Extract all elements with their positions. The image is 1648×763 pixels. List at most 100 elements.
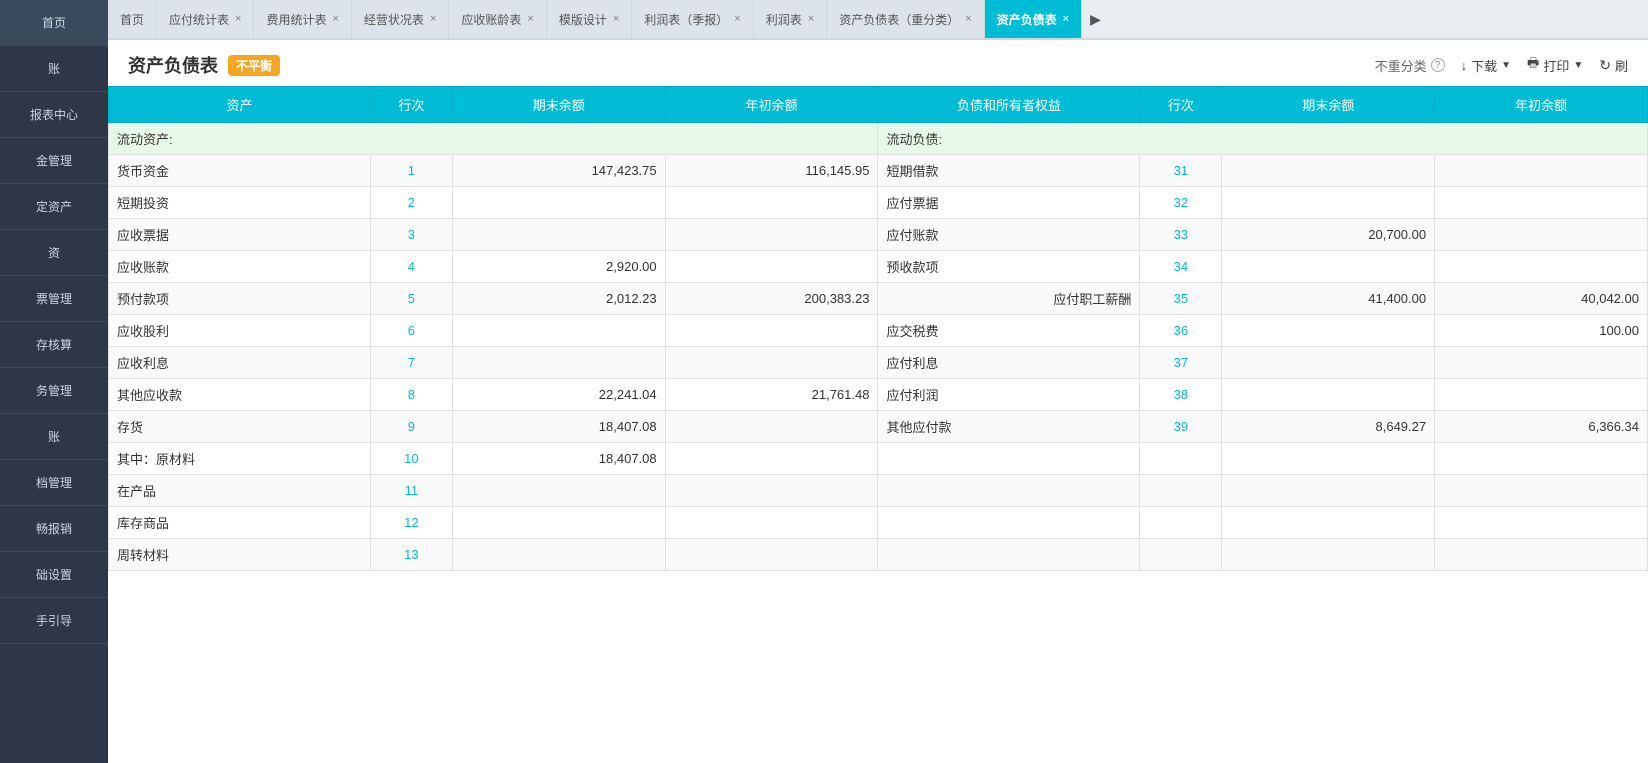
asset-begin-balance[interactable]	[665, 315, 878, 347]
liab-end-balance[interactable]	[1222, 507, 1435, 539]
sidebar-item-label: 畅报销	[36, 522, 72, 536]
tab-close-icon[interactable]: ×	[808, 13, 814, 25]
asset-begin-balance[interactable]	[665, 251, 878, 283]
liab-end-balance[interactable]	[1222, 347, 1435, 379]
asset-begin-balance[interactable]: 200,383.23	[665, 283, 878, 315]
asset-end-balance[interactable]: 2,920.00	[452, 251, 665, 283]
tab-label: 首页	[120, 11, 144, 28]
asset-end-balance[interactable]	[452, 507, 665, 539]
liab-begin-balance[interactable]	[1435, 507, 1648, 539]
tab-home[interactable]: 首页	[108, 0, 157, 38]
liab-begin-balance[interactable]	[1435, 379, 1648, 411]
sidebar: 首页 账 报表中心 金管理 定资产 资 票管理 存核算 务管理 账 档管理 畅报…	[0, 0, 108, 763]
liab-begin-balance[interactable]	[1435, 219, 1648, 251]
asset-begin-balance[interactable]	[665, 443, 878, 475]
tab-profit[interactable]: 利润表 ×	[754, 0, 827, 38]
tab-balance-reclassify[interactable]: 资产负债表（重分类） ×	[827, 0, 984, 38]
tab-template-design[interactable]: 模版设计 ×	[547, 0, 632, 38]
liab-end-balance[interactable]	[1222, 155, 1435, 187]
sidebar-item-assets[interactable]: 资	[0, 230, 108, 276]
liab-begin-balance[interactable]	[1435, 539, 1648, 571]
tab-close-icon[interactable]: ×	[235, 13, 241, 25]
tab-profit-quarterly[interactable]: 利润表（季报） ×	[632, 0, 753, 38]
liab-begin-balance[interactable]	[1435, 347, 1648, 379]
sidebar-item-inventory[interactable]: 存核算	[0, 322, 108, 368]
asset-begin-balance[interactable]: 21,761.48	[665, 379, 878, 411]
tab-close-icon[interactable]: ×	[332, 13, 338, 25]
liab-end-balance[interactable]	[1222, 251, 1435, 283]
asset-end-balance[interactable]	[452, 347, 665, 379]
asset-begin-balance[interactable]	[665, 347, 878, 379]
asset-begin-balance[interactable]	[665, 475, 878, 507]
liab-begin-balance[interactable]: 6,366.34	[1435, 411, 1648, 443]
asset-end-balance[interactable]: 18,407.08	[452, 443, 665, 475]
tab-expense-stats[interactable]: 费用统计表 ×	[254, 0, 351, 38]
sidebar-item-ledger[interactable]: 账	[0, 414, 108, 460]
asset-end-balance[interactable]	[452, 219, 665, 251]
liab-end-balance[interactable]	[1222, 379, 1435, 411]
liab-end-balance[interactable]	[1222, 539, 1435, 571]
liab-begin-balance[interactable]: 100.00	[1435, 315, 1648, 347]
sidebar-item-account[interactable]: 账	[0, 46, 108, 92]
sidebar-item-settings[interactable]: 础设置	[0, 552, 108, 598]
asset-begin-balance[interactable]	[665, 411, 878, 443]
tab-receivable-aging[interactable]: 应收账龄表 ×	[449, 0, 546, 38]
tab-close-icon[interactable]: ×	[1063, 13, 1069, 25]
no-reclassify-option[interactable]: 不重分类 ?	[1375, 56, 1445, 75]
asset-end-balance[interactable]: 2,012.23	[452, 283, 665, 315]
tab-balance[interactable]: 资产负债表 ×	[985, 0, 1082, 38]
refresh-button[interactable]: ↻ 刷	[1599, 56, 1628, 75]
liab-label: 应付账款	[878, 219, 1140, 251]
asset-seq: 9	[370, 411, 452, 443]
liab-label	[878, 443, 1140, 475]
tab-close-icon[interactable]: ×	[430, 13, 436, 25]
liab-end-balance[interactable]	[1222, 187, 1435, 219]
liab-begin-balance[interactable]	[1435, 187, 1648, 219]
sidebar-item-home[interactable]: 首页	[0, 0, 108, 46]
sidebar-item-fixed-assets[interactable]: 定资产	[0, 184, 108, 230]
liab-end-balance[interactable]	[1222, 443, 1435, 475]
liab-begin-balance[interactable]	[1435, 443, 1648, 475]
asset-end-balance[interactable]	[452, 315, 665, 347]
asset-end-balance[interactable]: 147,423.75	[452, 155, 665, 187]
download-button[interactable]: ↓ 下载 ▼	[1461, 56, 1511, 75]
print-button[interactable]: 🖶 打印 ▼	[1527, 54, 1583, 76]
sidebar-item-ticket-mgmt[interactable]: 票管理	[0, 276, 108, 322]
tab-payable-stats[interactable]: 应付统计表 ×	[157, 0, 254, 38]
sidebar-item-guide[interactable]: 手引导	[0, 598, 108, 644]
asset-begin-balance[interactable]: 116,145.95	[665, 155, 878, 187]
sidebar-item-label: 档管理	[36, 476, 72, 490]
liab-begin-balance[interactable]	[1435, 155, 1648, 187]
liab-end-balance[interactable]: 20,700.00	[1222, 219, 1435, 251]
asset-begin-balance[interactable]	[665, 187, 878, 219]
tab-scroll-right-icon[interactable]: ▶	[1082, 11, 1109, 28]
liab-end-balance[interactable]	[1222, 475, 1435, 507]
liab-end-balance[interactable]: 41,400.00	[1222, 283, 1435, 315]
asset-end-balance[interactable]	[452, 187, 665, 219]
tab-close-icon[interactable]: ×	[965, 13, 971, 25]
tab-close-icon[interactable]: ×	[527, 13, 533, 25]
sidebar-item-tax-mgmt[interactable]: 务管理	[0, 368, 108, 414]
asset-begin-balance[interactable]	[665, 539, 878, 571]
liab-begin-balance[interactable]	[1435, 475, 1648, 507]
tab-business-status[interactable]: 经营状况表 ×	[352, 0, 449, 38]
asset-begin-balance[interactable]	[665, 219, 878, 251]
asset-begin-balance[interactable]	[665, 507, 878, 539]
asset-label: 库存商品	[109, 507, 371, 539]
liab-begin-balance[interactable]	[1435, 251, 1648, 283]
sidebar-item-expense[interactable]: 畅报销	[0, 506, 108, 552]
asset-end-balance[interactable]: 18,407.08	[452, 411, 665, 443]
sidebar-item-report-center[interactable]: 报表中心	[0, 92, 108, 138]
liab-end-balance[interactable]	[1222, 315, 1435, 347]
tab-close-icon[interactable]: ×	[734, 13, 740, 25]
asset-seq: 6	[370, 315, 452, 347]
sidebar-item-fund-mgmt[interactable]: 金管理	[0, 138, 108, 184]
liab-end-balance[interactable]: 8,649.27	[1222, 411, 1435, 443]
tab-close-icon[interactable]: ×	[613, 13, 619, 25]
liab-label: 应付票据	[878, 187, 1140, 219]
sidebar-item-archive[interactable]: 档管理	[0, 460, 108, 506]
asset-end-balance[interactable]	[452, 475, 665, 507]
asset-end-balance[interactable]: 22,241.04	[452, 379, 665, 411]
asset-end-balance[interactable]	[452, 539, 665, 571]
liab-begin-balance[interactable]: 40,042.00	[1435, 283, 1648, 315]
